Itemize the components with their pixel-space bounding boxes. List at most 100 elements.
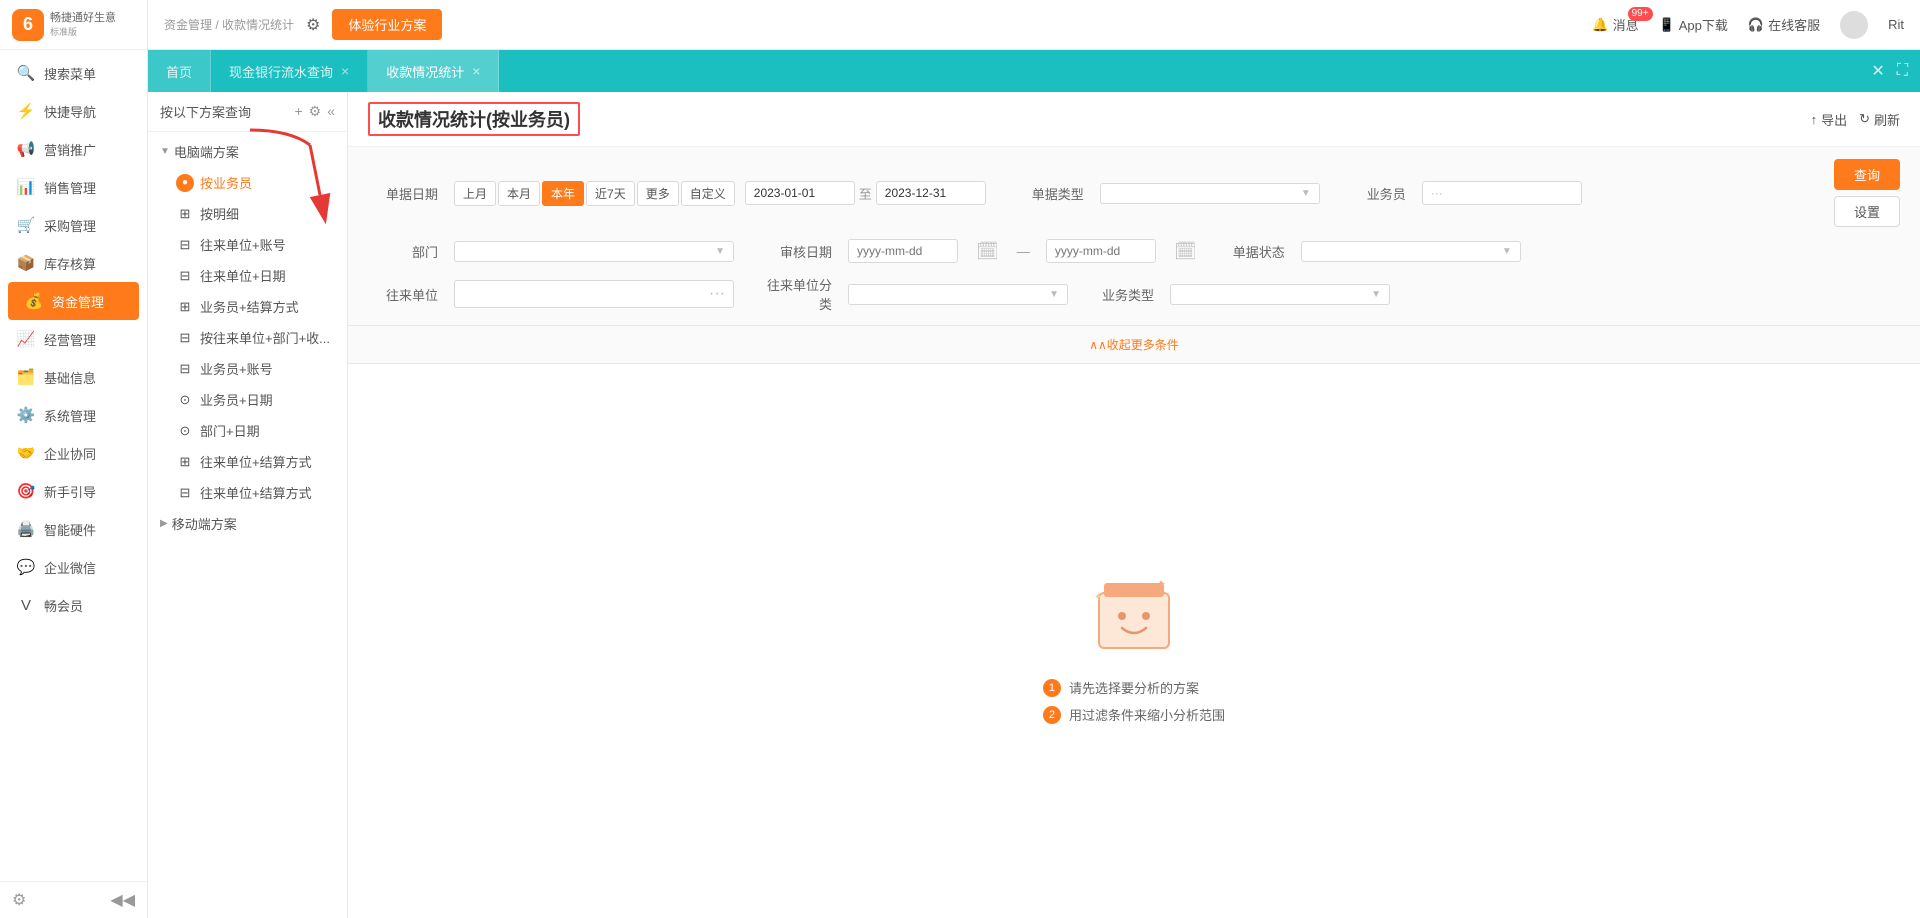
audit-date-to-input[interactable] [1046,239,1156,263]
plan-item-partner-settle2[interactable]: ⊟ 往来单位+结算方式 [148,477,347,508]
sidebar-item-label: 系统管理 [44,406,96,425]
date-to-input[interactable] [876,181,986,205]
date-btn-last-month[interactable]: 上月 [454,181,496,206]
sidebar-item-collab[interactable]: 🤝 企业协同 [0,434,147,472]
sidebar-item-purchase[interactable]: 🛒 采购管理 [0,206,147,244]
sidebar-item-hardware[interactable]: 🖨️ 智能硬件 [0,510,147,548]
export-button[interactable]: ↑ 导出 [1811,110,1848,129]
date-quick-buttons: 上月 本月 本年 近7天 更多 自定义 [454,181,735,206]
query-button[interactable]: 查询 [1834,159,1900,190]
main-area: 资金管理 / 收款情况统计 ⚙ 体验行业方案 🔔 消息 99+ 📱 App下载 … [148,0,1920,918]
collapse-sidebar-icon[interactable]: ◀◀ [110,890,135,910]
service-icon: 🎧 [1748,17,1764,33]
refresh-label: 刷新 [1874,110,1900,129]
sidebar-item-inventory[interactable]: 📦 库存核算 [0,244,147,282]
app-edition: 标准版 [50,25,116,38]
plan-item-partner-date[interactable]: ⊟ 往来单位+日期 [148,260,347,291]
group-arrow-icon: ▶ [160,518,168,529]
hardware-icon: 🖨️ [16,519,36,539]
plan-item-sales-date[interactable]: ⊙ 业务员+日期 [148,384,347,415]
sidebar-item-system[interactable]: ⚙️ 系统管理 [0,396,147,434]
refresh-button[interactable]: ↻ 刷新 [1859,110,1900,129]
trial-button[interactable]: 体验行业方案 [332,9,442,40]
sidebar-item-nav[interactable]: ⚡ 快捷导航 [0,92,147,130]
messages-item[interactable]: 🔔 消息 99+ [1592,15,1638,34]
mobile-plan-group[interactable]: ▶ 移动端方案 [148,508,347,539]
bill-status-select[interactable]: ▼ [1301,241,1521,262]
sidebar-item-label: 采购管理 [44,216,96,235]
user-avatar[interactable] [1840,11,1868,39]
sidebar-item-guide[interactable]: 🎯 新手引导 [0,472,147,510]
tab-payment-stats[interactable]: 收款情况统计 × [368,50,499,92]
desktop-group-label: 电脑端方案 [174,142,239,161]
sidebar-item-marketing[interactable]: 📢 营销推广 [0,130,147,168]
form-action-buttons: 查询 设置 [1834,159,1900,227]
dept-select[interactable]: ▼ [454,241,734,262]
collapse-bar[interactable]: ∧∧ 收起更多条件 [348,326,1920,364]
sidebar-item-label: 资金管理 [52,292,104,311]
plan-icon: ⊟ [176,361,194,377]
plan-item-sales-account[interactable]: ⊟ 业务员+账号 [148,353,347,384]
date-btn-custom[interactable]: 自定义 [681,181,735,206]
app-download-item[interactable]: 📱 App下载 [1659,15,1728,34]
biz-type-select[interactable]: ▼ [1170,284,1390,305]
add-plan-icon[interactable]: + [294,103,302,120]
plan-item-partner-settle1[interactable]: ⊞ 往来单位+结算方式 [148,446,347,477]
content-area: 按以下方案查询 + ⚙ « ▼ 电脑端方案 ● 按业务员 ⊞ 按明 [148,92,1920,918]
tab-maximize-icon[interactable]: ⛶ [1897,62,1908,80]
plan-item-label: 业务员+账号 [200,359,273,378]
date-btn-7days[interactable]: 近7天 [586,181,635,206]
partner-category-select[interactable]: ▼ [848,284,1068,305]
sidebar-item-operations[interactable]: 📈 经营管理 [0,320,147,358]
tab-bank-flow[interactable]: 现金银行流水查询 × [211,50,368,92]
online-service-label: 在线客服 [1768,15,1820,34]
audit-date-from-input[interactable] [848,239,958,263]
mobile-group-label: 移动端方案 [172,514,237,533]
export-icon: ↑ [1811,112,1818,127]
salesperson-select[interactable]: ··· [1422,181,1582,205]
tab-payment-stats-close[interactable]: × [472,63,480,79]
sidebar-item-search[interactable]: 🔍 搜索菜单 [0,54,147,92]
tab-bank-flow-close[interactable]: × [341,63,349,79]
settings-button[interactable]: 设置 [1834,196,1900,227]
plan-icon: ⊞ [176,299,194,315]
group-arrow-icon: ▼ [160,146,170,157]
bill-type-select[interactable]: ▼ [1100,183,1320,204]
sidebar: 6 畅捷通好生意 标准版 🔍 搜索菜单 ⚡ 快捷导航 📢 营销推广 📊 销售管理… [0,0,148,918]
plan-item-partner-account[interactable]: ⊟ 往来单位+账号 [148,229,347,260]
date-from-input[interactable] [745,181,855,205]
sidebar-nav: 🔍 搜索菜单 ⚡ 快捷导航 📢 营销推广 📊 销售管理 🛒 采购管理 📦 库存核… [0,50,147,881]
partner-more-icon[interactable]: ··· [709,285,725,303]
tab-home-label: 首页 [166,62,192,81]
partner-select[interactable]: ··· [454,280,734,308]
online-service-item[interactable]: 🎧 在线客服 [1748,15,1820,34]
sidebar-item-sales[interactable]: 📊 销售管理 [0,168,147,206]
user-name: Rit [1888,17,1904,32]
refresh-icon: ↻ [1859,111,1870,127]
desktop-plan-group[interactable]: ▼ 电脑端方案 [148,136,347,167]
collapse-panel-icon[interactable]: « [327,103,335,120]
settings-bottom-icon[interactable]: ⚙ [12,890,26,910]
biz-type-label: 业务类型 [1084,285,1154,304]
tab-home[interactable]: 首页 [148,50,211,92]
plan-item-partner-dept[interactable]: ⊟ 按往来单位+部门+收... [148,322,347,353]
date-btn-this-month[interactable]: 本月 [498,181,540,206]
sidebar-item-finance[interactable]: 💰 资金管理 [8,282,139,320]
plan-item-dept-date[interactable]: ⊙ 部门+日期 [148,415,347,446]
plan-item-detail[interactable]: ⊞ 按明细 [148,198,347,229]
app-download-label: App下载 [1679,15,1728,34]
sidebar-item-member[interactable]: V 畅会员 [0,586,147,624]
sidebar-item-wechat[interactable]: 💬 企业微信 [0,548,147,586]
page-title: 收款情况统计(按业务员) [368,102,580,136]
header-gear-icon[interactable]: ⚙ [306,15,320,35]
settings-plan-icon[interactable]: ⚙ [309,103,322,120]
tab-bank-flow-label: 现金银行流水查询 [229,62,333,81]
plan-item-sales-settle[interactable]: ⊞ 业务员+结算方式 [148,291,347,322]
plan-item-label: 业务员+日期 [200,390,273,409]
date-btn-more[interactable]: 更多 [637,181,679,206]
sidebar-item-basic-info[interactable]: 🗂️ 基础信息 [0,358,147,396]
date-btn-this-year[interactable]: 本年 [542,181,584,206]
plan-item-salesperson[interactable]: ● 按业务员 [148,167,347,198]
tab-close-all-icon[interactable]: ✕ [1871,61,1884,81]
plan-item-label: 往来单位+账号 [200,235,286,254]
